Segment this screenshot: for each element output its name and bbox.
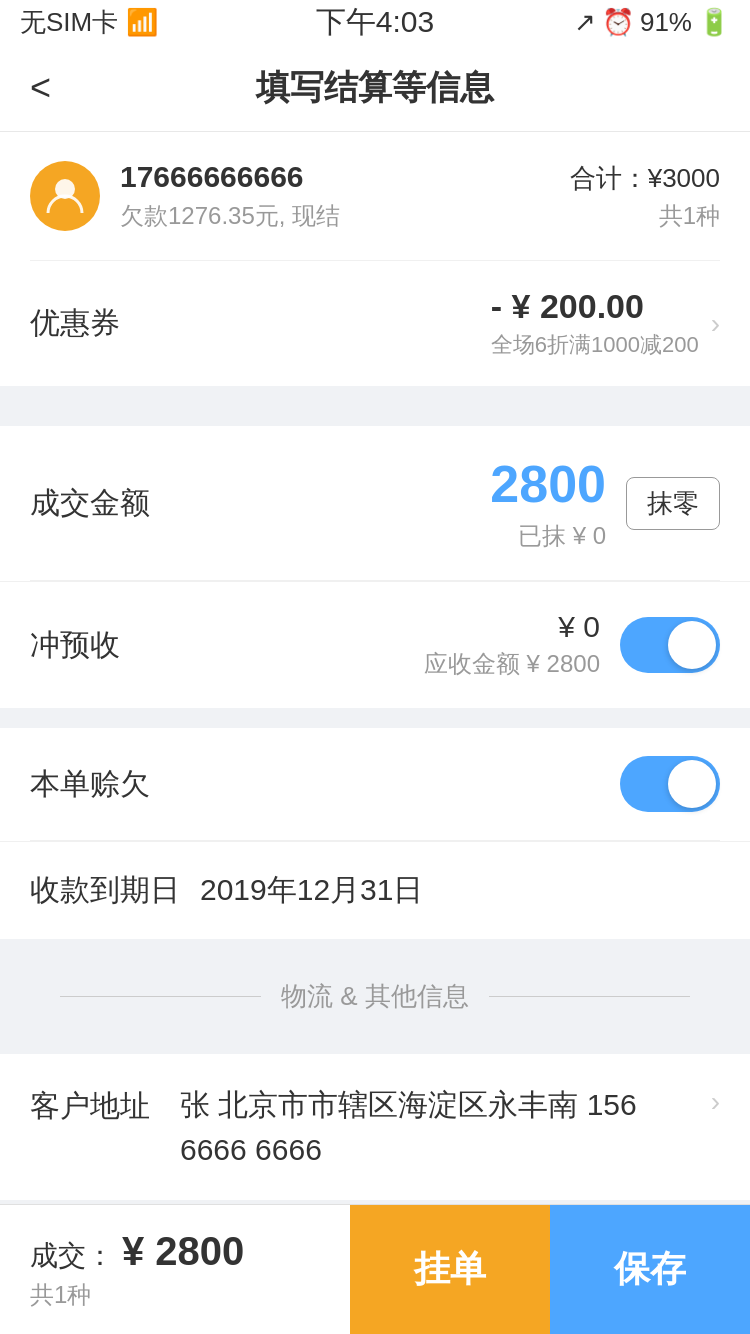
back-button[interactable]: <	[30, 67, 51, 109]
location-icon: ↗	[574, 7, 596, 38]
debt-section: 本单赊欠	[0, 728, 750, 840]
address-section[interactable]: 客户地址 张 北京市市辖区海淀区永丰南 156 6666 6666 ›	[0, 1054, 750, 1200]
hold-button[interactable]: 挂单	[350, 1205, 550, 1335]
amount-value-group: 2800 已抹 ¥ 0	[490, 454, 606, 552]
user-subtext: 欠款1276.35元, 现结	[120, 200, 340, 232]
save-button[interactable]: 保存	[550, 1205, 750, 1335]
section-separator-1	[0, 406, 750, 426]
page-title: 填写结算等信息	[256, 65, 494, 111]
debt-card: 本单赊欠 收款到期日 2019年12月31日	[0, 728, 750, 939]
bottom-count: 共1种	[30, 1279, 320, 1311]
prepay-value: ¥ 0	[424, 610, 600, 644]
coupon-label: 优惠券	[30, 303, 120, 344]
alarm-icon: ⏰	[602, 7, 634, 38]
wifi-icon: 📶	[126, 7, 158, 38]
prepay-right: ¥ 0 应收金额 ¥ 2800	[424, 610, 720, 680]
amount-value: 2800	[490, 454, 606, 514]
user-info-card: 17666666666 欠款1276.35元, 现结 合计：¥3000 共1种 …	[0, 132, 750, 386]
round-down-button[interactable]: 抹零	[626, 477, 720, 530]
status-left: 无SIM卡 📶	[20, 5, 158, 40]
amount-row: 成交金额 2800 已抹 ¥ 0 抹零	[30, 454, 720, 552]
user-phone: 17666666666	[120, 160, 340, 194]
due-date-value: 2019年12月31日	[200, 870, 423, 911]
battery-icon: 🔋	[698, 7, 730, 38]
carrier-text: 无SIM卡	[20, 5, 118, 40]
total-count: 共1种	[570, 200, 720, 232]
coupon-chevron-icon: ›	[711, 308, 720, 340]
total-label: 合计：¥3000	[570, 161, 720, 196]
prepay-value-group: ¥ 0 应收金额 ¥ 2800	[424, 610, 600, 680]
logistics-line-left	[60, 996, 261, 997]
coupon-discount: - ¥ 200.00	[491, 287, 699, 326]
avatar-icon	[40, 171, 90, 221]
due-row: 收款到期日 2019年12月31日	[30, 870, 720, 911]
bottom-total-row: 成交： ¥ 2800	[30, 1229, 320, 1275]
bottom-bar: 成交： ¥ 2800 共1种 挂单 保存	[0, 1204, 750, 1334]
due-date-section: 收款到期日 2019年12月31日	[0, 841, 750, 939]
debt-label: 本单赊欠	[30, 764, 150, 805]
debt-toggle-knob	[668, 760, 716, 808]
bottom-total-value: ¥ 2800	[122, 1229, 244, 1274]
prepay-sub: 应收金额 ¥ 2800	[424, 648, 600, 680]
amount-section: 成交金额 2800 已抹 ¥ 0 抹零 冲预收 ¥ 0 应收金额 ¥ 28	[0, 426, 750, 708]
prepay-section: 冲预收 ¥ 0 应收金额 ¥ 2800	[0, 581, 750, 708]
address-row: 客户地址 张 北京市市辖区海淀区永丰南 156 6666 6666 ›	[30, 1082, 720, 1172]
status-bar: 无SIM卡 📶 下午4:03 ↗ ⏰ 91% 🔋	[0, 0, 750, 44]
logistics-line-right	[489, 996, 690, 997]
coupon-right: - ¥ 200.00 全场6折满1000减200 ›	[491, 287, 720, 360]
logistics-header: 物流 & 其他信息	[30, 959, 720, 1034]
avatar	[30, 161, 100, 231]
bottom-summary: 成交： ¥ 2800 共1种	[0, 1229, 350, 1311]
prepay-toggle[interactable]	[620, 617, 720, 673]
status-right: ↗ ⏰ 91% 🔋	[574, 7, 730, 38]
section-separator-2	[0, 708, 750, 728]
battery-text: 91%	[640, 7, 692, 38]
bottom-total-label: 成交：	[30, 1237, 114, 1275]
address-label: 客户地址	[30, 1082, 150, 1127]
debt-toggle[interactable]	[620, 756, 720, 812]
nav-bar: < 填写结算等信息	[0, 44, 750, 132]
user-info: 17666666666 欠款1276.35元, 现结	[120, 160, 340, 232]
debt-row: 本单赊欠	[30, 756, 720, 812]
user-row: 17666666666 欠款1276.35元, 现结 合计：¥3000 共1种	[0, 132, 750, 260]
coupon-row[interactable]: 优惠券 - ¥ 200.00 全场6折满1000减200 ›	[0, 261, 750, 386]
prepay-toggle-knob	[668, 621, 716, 669]
main-content: 17666666666 欠款1276.35元, 现结 合计：¥3000 共1种 …	[0, 132, 750, 1334]
coupon-detail: 全场6折满1000减200	[491, 330, 699, 360]
coupon-value-group: - ¥ 200.00 全场6折满1000减200	[491, 287, 699, 360]
amount-label: 成交金额	[30, 483, 150, 524]
user-left: 17666666666 欠款1276.35元, 现结	[30, 160, 340, 232]
status-time: 下午4:03	[316, 2, 434, 43]
address-chevron-icon: ›	[711, 1082, 720, 1118]
amount-right: 2800 已抹 ¥ 0 抹零	[490, 454, 720, 552]
logistics-label: 物流 & 其他信息	[281, 979, 469, 1014]
prepay-label: 冲预收	[30, 625, 120, 666]
amount-row-wrapper: 成交金额 2800 已抹 ¥ 0 抹零	[0, 426, 750, 580]
address-value: 张 北京市市辖区海淀区永丰南 156 6666 6666	[180, 1082, 711, 1172]
logistics-header-wrapper: 物流 & 其他信息	[0, 939, 750, 1054]
prepay-row: 冲预收 ¥ 0 应收金额 ¥ 2800	[30, 610, 720, 680]
user-right: 合计：¥3000 共1种	[570, 161, 720, 232]
amount-sub: 已抹 ¥ 0	[490, 520, 606, 552]
due-date-label: 收款到期日	[30, 870, 180, 911]
